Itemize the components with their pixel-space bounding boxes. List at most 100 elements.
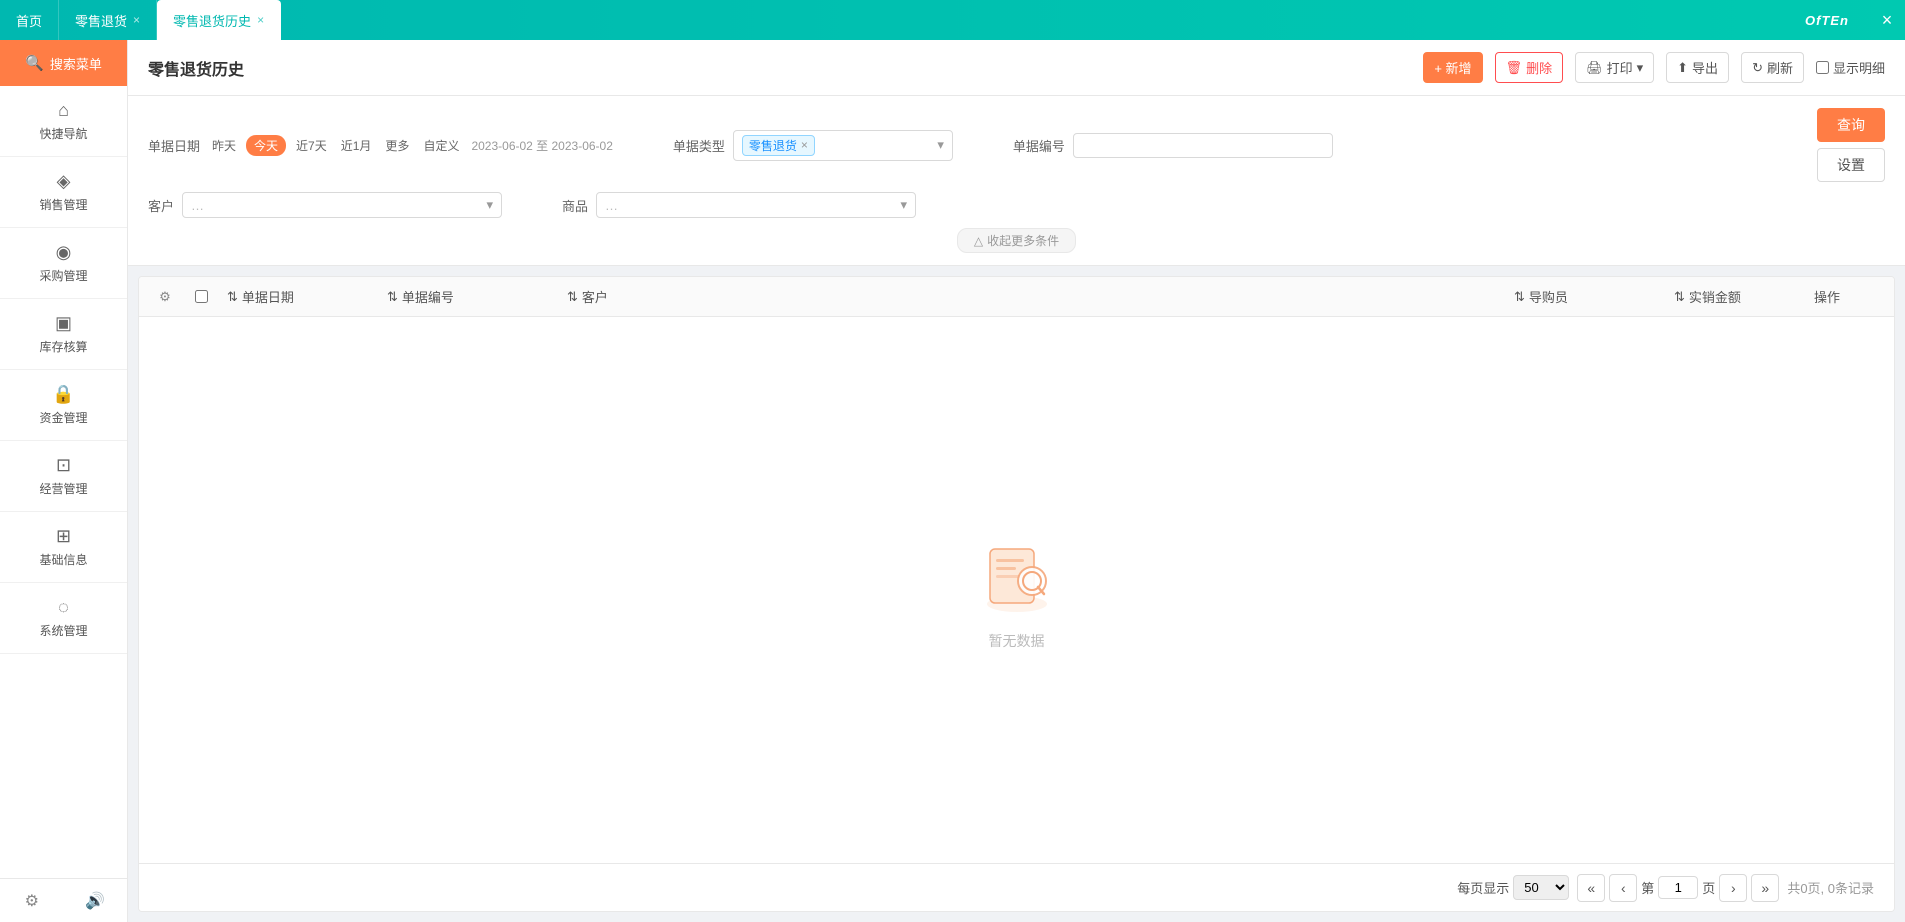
customer-filter-group: 客户 … ▾ xyxy=(148,192,502,218)
sidebar-search[interactable]: 🔍 搜索菜单 xyxy=(0,40,127,86)
table-header: ⚙ ⇅ 单据日期 ⇅ 单据编号 ⇅ 客户 ⇅ 导购员 xyxy=(139,277,1894,317)
refresh-button[interactable]: ↻ 刷新 xyxy=(1741,52,1804,83)
more-shortcut[interactable]: 更多 xyxy=(381,135,413,156)
sidebar-item-finance[interactable]: 🔒 资金管理 xyxy=(0,370,127,441)
docno-label: 单据编号 xyxy=(1013,136,1065,155)
main-layout: 🔍 搜索菜单 ⌂ 快捷导航 ◈ 销售管理 ◉ 采购管理 ▣ 库存核算 🔒 资金管… xyxy=(0,40,1905,922)
sales-icon: ◈ xyxy=(57,171,71,192)
goods-label: 商品 xyxy=(562,196,588,215)
col-header-amount[interactable]: ⇅ 实销金额 xyxy=(1666,287,1806,306)
print-icon: 🖨 xyxy=(1586,60,1603,76)
new-button[interactable]: + 新增 xyxy=(1423,52,1482,83)
tab-retail-return-close[interactable]: × xyxy=(133,13,140,27)
page-size-select[interactable]: 20 50 100 xyxy=(1513,875,1569,900)
column-settings-button[interactable]: ⚙ xyxy=(147,289,183,305)
operations-icon: ⊡ xyxy=(56,455,71,476)
main-content: 零售退货历史 + 新增 🗑 删除 🖨 打印 ▾ ⬆ 导出 xyxy=(128,40,1905,922)
collapse-row: △ 收起更多条件 xyxy=(148,228,1885,253)
col-header-date[interactable]: ⇅ 单据日期 xyxy=(219,287,379,306)
sidebar-volume-button[interactable]: 🔊 xyxy=(64,879,128,922)
filter-row-1: 单据日期 昨天 今天 近7天 近1月 更多 自定义 2023-06-02 至 2… xyxy=(148,108,1885,182)
doctype-filter-group: 单据类型 零售退货 × ▾ xyxy=(673,130,953,161)
customer-arrow: ▾ xyxy=(486,197,493,213)
prev-page-button[interactable]: ‹ xyxy=(1609,874,1637,902)
export-button[interactable]: ⬆ 导出 xyxy=(1666,52,1729,83)
collapse-button[interactable]: △ 收起更多条件 xyxy=(957,228,1076,253)
sidebar: 🔍 搜索菜单 ⌂ 快捷导航 ◈ 销售管理 ◉ 采购管理 ▣ 库存核算 🔒 资金管… xyxy=(0,40,128,922)
date-shortcuts: 昨天 今天 近7天 近1月 更多 自定义 xyxy=(208,135,463,156)
col-header-guide[interactable]: ⇅ 导购员 xyxy=(1506,287,1666,306)
query-settings-group: 查询 设置 xyxy=(1817,108,1885,182)
page-number-input[interactable] xyxy=(1658,876,1698,899)
col-sort-guide-icon: ⇅ xyxy=(1514,289,1525,305)
tab-retail-return-history-close[interactable]: × xyxy=(257,13,264,27)
tab-retail-return-history[interactable]: 零售退货历史 × xyxy=(157,0,281,40)
customer-placeholder: … xyxy=(191,198,204,213)
toolbar: + 新增 🗑 删除 🖨 打印 ▾ ⬆ 导出 ↻ 刷新 xyxy=(1423,52,1885,83)
doctype-tag-remove[interactable]: × xyxy=(801,138,808,152)
doctype-tag: 零售退货 × xyxy=(742,135,815,156)
date-filter-group: 单据日期 昨天 今天 近7天 近1月 更多 自定义 2023-06-02 至 2… xyxy=(148,135,613,156)
sidebar-settings-button[interactable]: ⚙ xyxy=(0,879,64,922)
doctype-tag-value: 零售退货 xyxy=(749,137,797,154)
tab-bar: 首页 零售退货 × 零售退货历史 × xyxy=(0,0,1805,40)
last-page-button[interactable]: » xyxy=(1751,874,1779,902)
collapse-arrow-icon: △ xyxy=(974,234,983,248)
page-header: 零售退货历史 + 新增 🗑 删除 🖨 打印 ▾ ⬆ 导出 xyxy=(128,40,1905,96)
show-detail-checkbox-label[interactable]: 显示明细 xyxy=(1816,58,1885,77)
sidebar-item-purchase-mgmt[interactable]: ◉ 采购管理 xyxy=(0,228,127,299)
goods-filter-group: 商品 … ▾ xyxy=(562,192,916,218)
sidebar-bottom: ⚙ 🔊 xyxy=(0,878,127,922)
system-icon: ◌ xyxy=(58,597,69,618)
sidebar-item-operations-label: 经营管理 xyxy=(39,480,87,497)
total-info: 共0页, 0条记录 xyxy=(1787,878,1874,897)
select-all-checkbox[interactable] xyxy=(195,290,208,303)
customer-select[interactable]: … ▾ xyxy=(182,192,502,218)
sidebar-item-inventory[interactable]: ▣ 库存核算 xyxy=(0,299,127,370)
goods-select[interactable]: … ▾ xyxy=(596,192,916,218)
custom-shortcut[interactable]: 自定义 xyxy=(419,135,463,156)
print-button[interactable]: 🖨 打印 ▾ xyxy=(1575,52,1654,83)
yesterday-shortcut[interactable]: 昨天 xyxy=(208,135,240,156)
tab-home[interactable]: 首页 xyxy=(0,0,59,40)
tab-retail-return[interactable]: 零售退货 × xyxy=(59,0,157,40)
doctype-select[interactable]: 零售退货 × ▾ xyxy=(733,130,953,161)
show-detail-checkbox[interactable] xyxy=(1816,61,1829,74)
sidebar-item-sales-mgmt[interactable]: ◈ 销售管理 xyxy=(0,157,127,228)
export-button-label: 导出 xyxy=(1692,58,1718,77)
delete-button[interactable]: 🗑 删除 xyxy=(1495,52,1564,83)
empty-text: 暂无数据 xyxy=(989,631,1045,651)
sidebar-item-purchase-label: 采购管理 xyxy=(39,267,87,284)
month-shortcut[interactable]: 近1月 xyxy=(337,135,376,156)
delete-icon: 🗑 xyxy=(1506,60,1523,76)
filter-settings-button[interactable]: 设置 xyxy=(1817,148,1885,182)
sidebar-item-system-label: 系统管理 xyxy=(39,622,87,639)
sidebar-search-label: 搜索菜单 xyxy=(50,54,102,73)
customer-label: 客户 xyxy=(148,196,174,215)
filter-row-2: 客户 … ▾ 商品 … ▾ xyxy=(148,192,1885,218)
finance-icon: 🔒 xyxy=(52,384,74,405)
page-input-prefix: 第 xyxy=(1641,878,1654,897)
next-page-button[interactable]: › xyxy=(1719,874,1747,902)
sidebar-item-basic-info[interactable]: ⊞ 基础信息 xyxy=(0,512,127,583)
select-all-checkbox-col[interactable] xyxy=(183,290,219,303)
docno-filter-group: 单据编号 xyxy=(1013,133,1333,158)
sidebar-item-basic-info-label: 基础信息 xyxy=(39,551,87,568)
page-nav: « ‹ 第 页 › » xyxy=(1577,874,1779,902)
week-shortcut[interactable]: 近7天 xyxy=(292,135,331,156)
col-header-no[interactable]: ⇅ 单据编号 xyxy=(379,287,559,306)
docno-input[interactable] xyxy=(1073,133,1333,158)
first-page-button[interactable]: « xyxy=(1577,874,1605,902)
window-close-button[interactable]: × xyxy=(1869,2,1905,38)
sidebar-item-quick-nav[interactable]: ⌂ 快捷导航 xyxy=(0,86,127,157)
query-button[interactable]: 查询 xyxy=(1817,108,1885,142)
col-label-actions: 操作 xyxy=(1814,287,1840,306)
col-label-amount: 实销金额 xyxy=(1689,287,1741,306)
sidebar-item-quick-nav-label: 快捷导航 xyxy=(39,125,87,142)
col-header-customer[interactable]: ⇅ 客户 xyxy=(559,287,1506,306)
sidebar-item-system-mgmt[interactable]: ◌ 系统管理 xyxy=(0,583,127,654)
today-shortcut[interactable]: 今天 xyxy=(246,135,286,156)
col-label-customer: 客户 xyxy=(582,287,608,306)
sidebar-item-operations[interactable]: ⊡ 经营管理 xyxy=(0,441,127,512)
sidebar-item-inventory-label: 库存核算 xyxy=(39,338,87,355)
